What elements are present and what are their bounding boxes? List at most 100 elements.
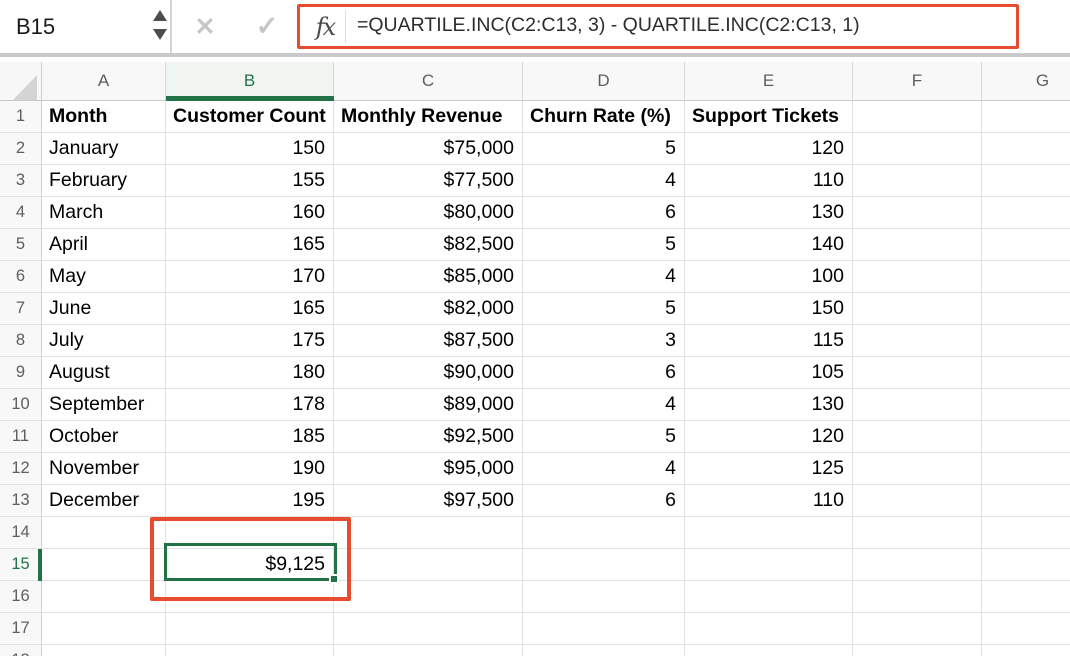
- cell-G13[interactable]: [982, 485, 1070, 517]
- row-header-1[interactable]: 1: [0, 101, 42, 133]
- cell-A4[interactable]: March: [42, 197, 166, 229]
- cell-D15[interactable]: [523, 549, 685, 581]
- spinner-up-icon[interactable]: [153, 10, 167, 21]
- cell-E3[interactable]: 110: [685, 165, 853, 197]
- cell-G16[interactable]: [982, 581, 1070, 613]
- cell-G11[interactable]: [982, 421, 1070, 453]
- row-header-18[interactable]: 18: [0, 645, 42, 656]
- row-header-2[interactable]: 2: [0, 133, 42, 165]
- row-header-14[interactable]: 14: [0, 517, 42, 549]
- cell-E18[interactable]: [685, 645, 853, 656]
- cell-G2[interactable]: [982, 133, 1070, 165]
- cell-D12[interactable]: 4: [523, 453, 685, 485]
- cell-D11[interactable]: 5: [523, 421, 685, 453]
- cell-A14[interactable]: [42, 517, 166, 549]
- row-header-9[interactable]: 9: [0, 357, 42, 389]
- cell-G8[interactable]: [982, 325, 1070, 357]
- insert-function-button[interactable]: fx: [308, 0, 342, 53]
- cell-C15[interactable]: [334, 549, 523, 581]
- cell-E14[interactable]: [685, 517, 853, 549]
- row-header-13[interactable]: 13: [0, 485, 42, 517]
- cell-A15[interactable]: [42, 549, 166, 581]
- cell-G7[interactable]: [982, 293, 1070, 325]
- row-header-16[interactable]: 16: [0, 581, 42, 613]
- cell-B14[interactable]: [166, 517, 334, 549]
- cell-C9[interactable]: $90,000: [334, 357, 523, 389]
- column-header-E[interactable]: E: [685, 62, 853, 101]
- cell-A13[interactable]: December: [42, 485, 166, 517]
- cell-B3[interactable]: 155: [166, 165, 334, 197]
- cell-C16[interactable]: [334, 581, 523, 613]
- cell-A10[interactable]: September: [42, 389, 166, 421]
- cell-D4[interactable]: 6: [523, 197, 685, 229]
- cell-F2[interactable]: [853, 133, 982, 165]
- cell-C1[interactable]: Monthly Revenue: [334, 101, 523, 133]
- cell-F12[interactable]: [853, 453, 982, 485]
- cell-F4[interactable]: [853, 197, 982, 229]
- cell-F18[interactable]: [853, 645, 982, 656]
- cell-B12[interactable]: 190: [166, 453, 334, 485]
- cell-E4[interactable]: 130: [685, 197, 853, 229]
- row-header-6[interactable]: 6: [0, 261, 42, 293]
- cell-C8[interactable]: $87,500: [334, 325, 523, 357]
- cell-E6[interactable]: 100: [685, 261, 853, 293]
- cell-D10[interactable]: 4: [523, 389, 685, 421]
- cell-F11[interactable]: [853, 421, 982, 453]
- cell-G1[interactable]: [982, 101, 1070, 133]
- cell-C10[interactable]: $89,000: [334, 389, 523, 421]
- row-header-5[interactable]: 5: [0, 229, 42, 261]
- cell-D5[interactable]: 5: [523, 229, 685, 261]
- cell-C3[interactable]: $77,500: [334, 165, 523, 197]
- cell-C18[interactable]: [334, 645, 523, 656]
- cell-F10[interactable]: [853, 389, 982, 421]
- cell-C6[interactable]: $85,000: [334, 261, 523, 293]
- cell-F3[interactable]: [853, 165, 982, 197]
- row-header-10[interactable]: 10: [0, 389, 42, 421]
- select-all-button[interactable]: [0, 62, 42, 101]
- cell-E15[interactable]: [685, 549, 853, 581]
- cell-D14[interactable]: [523, 517, 685, 549]
- row-header-4[interactable]: 4: [0, 197, 42, 229]
- cell-G6[interactable]: [982, 261, 1070, 293]
- name-box[interactable]: B15: [16, 0, 55, 53]
- cell-E17[interactable]: [685, 613, 853, 645]
- cell-B11[interactable]: 185: [166, 421, 334, 453]
- cell-C5[interactable]: $82,500: [334, 229, 523, 261]
- cell-E8[interactable]: 115: [685, 325, 853, 357]
- cell-B4[interactable]: 160: [166, 197, 334, 229]
- column-header-F[interactable]: F: [853, 62, 982, 101]
- cell-E11[interactable]: 120: [685, 421, 853, 453]
- column-header-D[interactable]: D: [523, 62, 685, 101]
- cell-D7[interactable]: 5: [523, 293, 685, 325]
- cell-C14[interactable]: [334, 517, 523, 549]
- cell-D9[interactable]: 6: [523, 357, 685, 389]
- cell-C12[interactable]: $95,000: [334, 453, 523, 485]
- cell-A8[interactable]: July: [42, 325, 166, 357]
- cell-A2[interactable]: January: [42, 133, 166, 165]
- cell-F6[interactable]: [853, 261, 982, 293]
- cell-G14[interactable]: [982, 517, 1070, 549]
- cell-D1[interactable]: Churn Rate (%): [523, 101, 685, 133]
- row-header-12[interactable]: 12: [0, 453, 42, 485]
- cell-A5[interactable]: April: [42, 229, 166, 261]
- cell-E12[interactable]: 125: [685, 453, 853, 485]
- cell-A7[interactable]: June: [42, 293, 166, 325]
- cell-E10[interactable]: 130: [685, 389, 853, 421]
- cell-C11[interactable]: $92,500: [334, 421, 523, 453]
- formula-cancel-button[interactable]: ✕: [189, 0, 221, 53]
- cell-E16[interactable]: [685, 581, 853, 613]
- cell-G9[interactable]: [982, 357, 1070, 389]
- cell-G18[interactable]: [982, 645, 1070, 656]
- cell-A3[interactable]: February: [42, 165, 166, 197]
- row-header-8[interactable]: 8: [0, 325, 42, 357]
- cell-F15[interactable]: [853, 549, 982, 581]
- cell-B6[interactable]: 170: [166, 261, 334, 293]
- cell-G4[interactable]: [982, 197, 1070, 229]
- cell-B2[interactable]: 150: [166, 133, 334, 165]
- cell-G17[interactable]: [982, 613, 1070, 645]
- cell-G3[interactable]: [982, 165, 1070, 197]
- cell-F8[interactable]: [853, 325, 982, 357]
- row-header-17[interactable]: 17: [0, 613, 42, 645]
- cell-E1[interactable]: Support Tickets: [685, 101, 853, 133]
- cell-F13[interactable]: [853, 485, 982, 517]
